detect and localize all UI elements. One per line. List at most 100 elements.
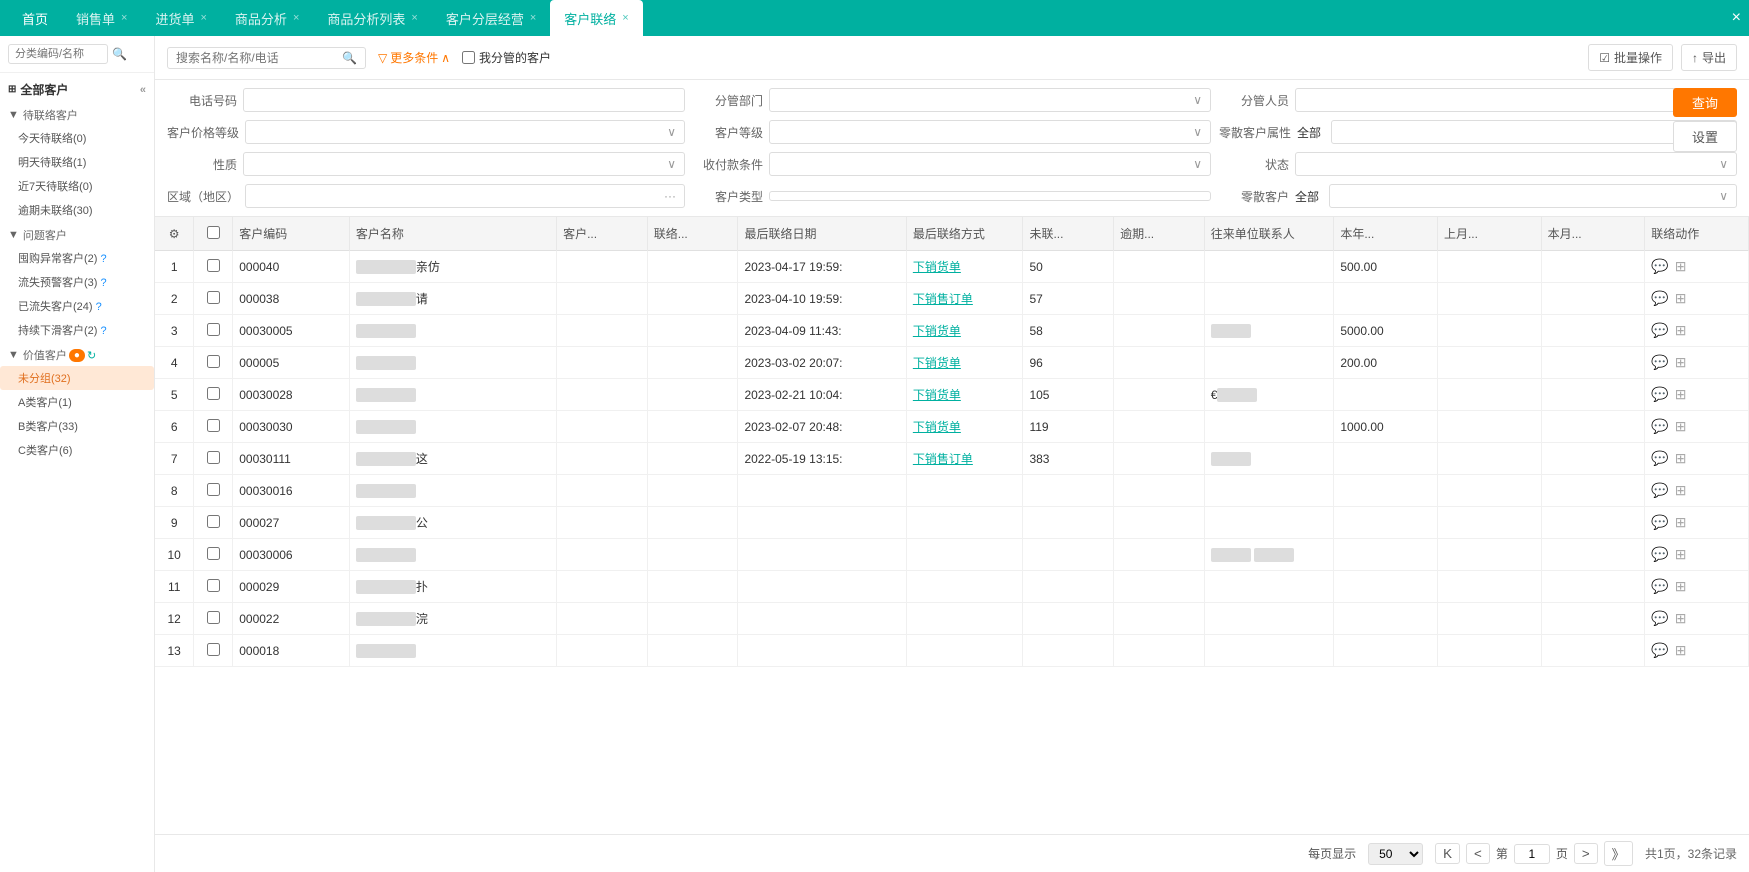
sidebar-collapse-icon[interactable]: «	[140, 84, 146, 96]
row-3-chat-icon[interactable]: 💬	[1651, 354, 1668, 371]
customer-level-select[interactable]: ∨	[769, 120, 1211, 144]
select-all-checkbox[interactable]	[207, 226, 220, 239]
row-11-chat-icon[interactable]: 💬	[1651, 610, 1668, 627]
sidebar-item-overdue[interactable]: 逾期未联络(30)	[0, 198, 154, 222]
row-7-lastway[interactable]	[906, 475, 1023, 507]
row-6-checkbox[interactable]	[207, 451, 220, 464]
batch-operations-button[interactable]: ☑ 批量操作	[1588, 44, 1673, 71]
row-7-chat-icon[interactable]: 💬	[1651, 482, 1668, 499]
tab-customer-segment-close[interactable]: ×	[530, 12, 536, 24]
row-1-grid-icon[interactable]: ⊞	[1675, 290, 1687, 307]
col-checkbox-all[interactable]	[194, 217, 233, 251]
row-2-chat-icon[interactable]: 💬	[1651, 322, 1668, 339]
row-2-grid-icon[interactable]: ⊞	[1675, 322, 1687, 339]
main-search-input[interactable]	[176, 51, 336, 65]
row-10-checkbox[interactable]	[207, 579, 220, 592]
row-2-lastway-link[interactable]: 下销货单	[913, 324, 961, 338]
customer-type-select[interactable]	[769, 191, 1211, 201]
sidebar-search-input[interactable]	[8, 44, 108, 64]
row-1-lastway[interactable]: 下销售订单	[906, 283, 1023, 315]
status-select[interactable]: ∨	[1295, 152, 1737, 176]
tab-sales[interactable]: 销售单 ×	[62, 0, 141, 36]
phone-input[interactable]	[243, 88, 685, 112]
dept-select[interactable]: ∨	[769, 88, 1211, 112]
sidebar-item-churn-warning[interactable]: 流失预警客户(3) ?	[0, 270, 154, 294]
tab-customer-contact-close[interactable]: ×	[622, 12, 628, 24]
row-0-lastway[interactable]: 下销货单	[906, 251, 1023, 283]
row-11-lastway[interactable]	[906, 603, 1023, 635]
zero-customer-select[interactable]: ∨	[1329, 184, 1737, 208]
sidebar-item-class-a[interactable]: A类客户(1)	[0, 390, 154, 414]
tab-customer-segment[interactable]: 客户分层经营 ×	[432, 0, 550, 36]
sidebar-pending-group[interactable]: ▼ 待联络客户	[0, 102, 154, 126]
row-12-chat-icon[interactable]: 💬	[1651, 642, 1668, 659]
row-6-check[interactable]	[194, 443, 233, 475]
tab-product-analysis-list[interactable]: 商品分析列表 ×	[313, 0, 431, 36]
reset-button[interactable]: 设置	[1673, 121, 1737, 152]
tab-home[interactable]: 首页	[8, 0, 62, 36]
nature-select[interactable]: ∨	[243, 152, 685, 176]
my-customers-checkbox[interactable]: 我分管的客户	[462, 49, 551, 66]
row-9-grid-icon[interactable]: ⊞	[1675, 546, 1687, 563]
row-5-checkbox[interactable]	[207, 419, 220, 432]
row-9-checkbox[interactable]	[207, 547, 220, 560]
row-4-check[interactable]	[194, 379, 233, 411]
query-button[interactable]: 查询	[1673, 88, 1737, 117]
row-8-chat-icon[interactable]: 💬	[1651, 514, 1668, 531]
row-10-chat-icon[interactable]: 💬	[1651, 578, 1668, 595]
row-4-lastway-link[interactable]: 下销货单	[913, 388, 961, 402]
row-2-checkbox[interactable]	[207, 323, 220, 336]
row-8-lastway[interactable]	[906, 507, 1023, 539]
row-4-chat-icon[interactable]: 💬	[1651, 386, 1668, 403]
tab-sales-close[interactable]: ×	[121, 12, 127, 24]
row-1-lastway-link[interactable]: 下销售订单	[913, 292, 973, 306]
row-9-lastway[interactable]	[906, 539, 1023, 571]
sidebar-value-group[interactable]: ▼ 价值客户 ● ↻	[0, 342, 154, 366]
row-5-grid-icon[interactable]: ⊞	[1675, 418, 1687, 435]
row-8-grid-icon[interactable]: ⊞	[1675, 514, 1687, 531]
sidebar-item-declining[interactable]: 持续下滑客户(2) ?	[0, 318, 154, 342]
tab-product-analysis[interactable]: 商品分析 ×	[221, 0, 313, 36]
sidebar-item-ungroup[interactable]: 未分组(32)	[0, 366, 154, 390]
row-7-grid-icon[interactable]: ⊞	[1675, 482, 1687, 499]
tab-product-analysis-list-close[interactable]: ×	[411, 12, 417, 24]
row-8-checkbox[interactable]	[207, 515, 220, 528]
sidebar-all-customers[interactable]: ⊞ 全部客户 «	[0, 73, 154, 102]
row-0-chat-icon[interactable]: 💬	[1651, 258, 1668, 275]
row-10-lastway[interactable]	[906, 571, 1023, 603]
row-4-lastway[interactable]: 下销货单	[906, 379, 1023, 411]
close-window-button[interactable]: ×	[1732, 9, 1741, 27]
row-3-check[interactable]	[194, 347, 233, 379]
row-6-chat-icon[interactable]: 💬	[1651, 450, 1668, 467]
tab-purchase[interactable]: 进货单 ×	[141, 0, 220, 36]
row-5-lastway-link[interactable]: 下销货单	[913, 420, 961, 434]
sidebar-item-churned[interactable]: 已流失客户(24) ?	[0, 294, 154, 318]
manager-select[interactable]: ···	[1295, 88, 1737, 112]
price-level-select[interactable]: ∨	[245, 120, 685, 144]
sidebar-item-class-c[interactable]: C类客户(6)	[0, 438, 154, 462]
export-button[interactable]: ↑ 导出	[1681, 44, 1737, 71]
refresh-icon[interactable]: ↻	[87, 349, 96, 362]
row-6-lastway-link[interactable]: 下销售订单	[913, 452, 973, 466]
row-3-grid-icon[interactable]: ⊞	[1675, 354, 1687, 371]
tab-purchase-close[interactable]: ×	[200, 12, 206, 24]
row-12-grid-icon[interactable]: ⊞	[1675, 642, 1687, 659]
row-0-lastway-link[interactable]: 下销货单	[913, 260, 961, 274]
my-customers-check[interactable]	[462, 51, 475, 64]
sidebar-item-today-pending[interactable]: 今天待联络(0)	[0, 126, 154, 150]
tab-product-analysis-close[interactable]: ×	[293, 12, 299, 24]
row-12-checkbox[interactable]	[207, 643, 220, 656]
sidebar-item-class-b[interactable]: B类客户(33)	[0, 414, 154, 438]
row-3-lastway-link[interactable]: 下销货单	[913, 356, 961, 370]
row-9-chat-icon[interactable]: 💬	[1651, 546, 1668, 563]
page-input[interactable]	[1514, 844, 1550, 864]
last-page-button[interactable]: 》	[1604, 841, 1633, 866]
row-1-checkbox[interactable]	[207, 291, 220, 304]
sidebar-item-abnormal[interactable]: 囤购异常客户(2) ?	[0, 246, 154, 270]
row-2-lastway[interactable]: 下销货单	[906, 315, 1023, 347]
main-search-icon[interactable]: 🔍	[342, 51, 357, 65]
row-11-check[interactable]	[194, 603, 233, 635]
row-5-check[interactable]	[194, 411, 233, 443]
row-3-checkbox[interactable]	[207, 355, 220, 368]
sidebar-item-7days-pending[interactable]: 近7天待联络(0)	[0, 174, 154, 198]
